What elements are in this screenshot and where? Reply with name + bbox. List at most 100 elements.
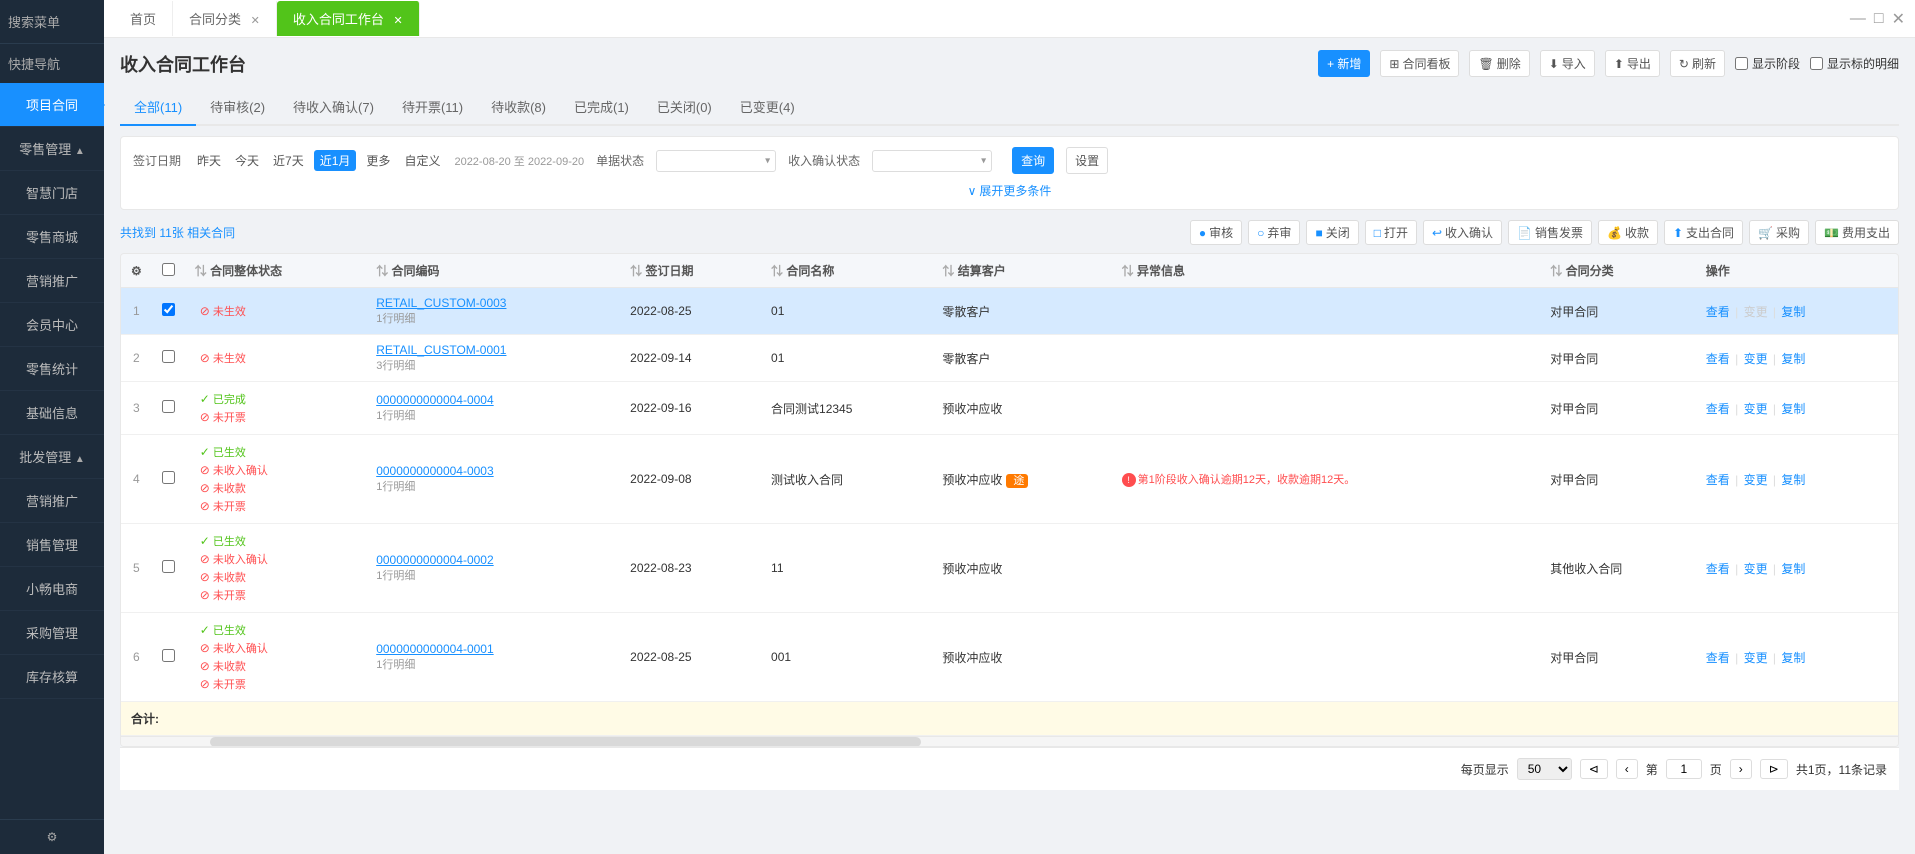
contract-code-link[interactable]: RETAIL_CUSTOM-0003: [376, 296, 506, 310]
tab-close-income[interactable]: ✕: [394, 15, 403, 27]
next-page-btn[interactable]: ›: [1730, 759, 1752, 779]
op-btn-view[interactable]: 查看: [1706, 402, 1730, 416]
date-btn-yesterday[interactable]: 昨天: [193, 150, 225, 171]
sidebar-item-stock-calc[interactable]: 库存核算: [0, 655, 104, 699]
open-btn[interactable]: □ 打开: [1365, 220, 1417, 245]
op-btn-copy[interactable]: 复制: [1781, 562, 1805, 576]
op-btn-view[interactable]: 查看: [1706, 562, 1730, 576]
status-tab-pending-invoice[interactable]: 待开票(11): [388, 89, 477, 126]
sidebar-item-retail-mgmt[interactable]: 零售管理 ▲: [0, 127, 104, 171]
status-tab-pending-audit[interactable]: 待审核(2): [196, 89, 279, 126]
last-page-btn[interactable]: ⊳: [1760, 759, 1788, 779]
sidebar-item-purchase-mgmt[interactable]: 采购管理: [0, 611, 104, 655]
op-btn-copy[interactable]: 复制: [1781, 402, 1805, 416]
page-number-input[interactable]: [1666, 759, 1702, 779]
op-btn-view[interactable]: 查看: [1706, 305, 1730, 319]
contract-code-link[interactable]: 0000000000004-0003: [376, 464, 493, 478]
confirm-status-select[interactable]: [872, 150, 992, 172]
sidebar-quick-nav[interactable]: 快捷导航: [0, 44, 104, 83]
tab-close-contract-cat[interactable]: ✕: [251, 15, 260, 27]
op-btn-change[interactable]: 变更: [1744, 473, 1768, 487]
income-confirm-btn[interactable]: ↩ 收入确认: [1423, 220, 1502, 245]
show-fields-input[interactable]: [1735, 57, 1748, 70]
refresh-button[interactable]: ↻ 刷新: [1670, 50, 1725, 77]
minimize-btn[interactable]: —: [1850, 10, 1866, 28]
sidebar-search[interactable]: 搜索菜单: [0, 0, 104, 44]
op-btn-copy[interactable]: 复制: [1781, 651, 1805, 665]
query-button[interactable]: 查询: [1012, 147, 1054, 174]
sidebar-item-xiaochang[interactable]: 小畅电商: [0, 567, 104, 611]
delete-button[interactable]: 🗑 删除: [1469, 50, 1529, 77]
doc-status-select[interactable]: [656, 150, 776, 172]
table-scroll-bar[interactable]: [121, 736, 1898, 746]
tab-contract-cat[interactable]: 合同分类 ✕: [173, 1, 277, 36]
export-button[interactable]: ⬆ 导出: [1605, 50, 1660, 77]
sidebar-item-member[interactable]: 会员中心: [0, 303, 104, 347]
op-btn-view[interactable]: 查看: [1706, 651, 1730, 665]
sidebar-item-retail-stat[interactable]: 零售统计: [0, 347, 104, 391]
contract-code-link[interactable]: 0000000000004-0002: [376, 553, 493, 567]
abandon-btn[interactable]: ○ 弃审: [1248, 220, 1300, 245]
payment-btn[interactable]: 💰 收款: [1598, 220, 1658, 245]
select-all-checkbox[interactable]: [162, 263, 175, 276]
first-page-btn[interactable]: ⊲: [1580, 759, 1608, 779]
maximize-btn[interactable]: □: [1874, 10, 1884, 28]
op-btn-copy[interactable]: 复制: [1781, 473, 1805, 487]
scroll-thumb[interactable]: [210, 737, 921, 747]
purchase-btn[interactable]: 🛒 采购: [1749, 220, 1809, 245]
status-tab-closed[interactable]: 已关闭(0): [643, 89, 726, 126]
sidebar-item-retail-mall[interactable]: 零售商城: [0, 215, 104, 259]
date-btn-today[interactable]: 今天: [231, 150, 263, 171]
col-settings[interactable]: ⚙: [121, 254, 152, 288]
warning-icon[interactable]: 途: [1006, 474, 1028, 488]
cost-out-btn[interactable]: ⬆ 支出合同: [1664, 220, 1743, 245]
row-checkbox[interactable]: [162, 400, 175, 413]
show-detail-check[interactable]: 显示标的明细: [1810, 55, 1899, 72]
import-button[interactable]: ⬇ 导入: [1540, 50, 1595, 77]
sidebar-item-marketing2[interactable]: 营销推广: [0, 479, 104, 523]
contract-code-link[interactable]: 0000000000004-0004: [376, 393, 493, 407]
sidebar-item-project[interactable]: 项目合同: [0, 83, 104, 127]
close-btn[interactable]: ■ 关闭: [1306, 220, 1358, 245]
date-btn-1month[interactable]: 近1月: [314, 150, 357, 171]
expand-more-btn[interactable]: ∨ 展开更多条件: [968, 182, 1052, 199]
sales-invoice-btn[interactable]: 📄 销售发票: [1508, 220, 1592, 245]
sidebar-item-sales-mgmt[interactable]: 销售管理: [0, 523, 104, 567]
status-tab-pending-confirm[interactable]: 待收入确认(7): [279, 89, 388, 126]
date-btn-more[interactable]: 更多: [362, 150, 394, 171]
row-checkbox[interactable]: [162, 350, 175, 363]
sidebar-item-base-info[interactable]: 基础信息: [0, 391, 104, 435]
page-size-select[interactable]: 50 100 200: [1517, 758, 1572, 780]
status-tab-changed[interactable]: 已变更(4): [726, 89, 809, 126]
contract-code-link[interactable]: RETAIL_CUSTOM-0001: [376, 343, 506, 357]
op-btn-change[interactable]: 变更: [1744, 402, 1768, 416]
add-button[interactable]: + 新增: [1318, 50, 1370, 77]
tab-income-workbench[interactable]: 收入合同工作台 ✕: [277, 1, 420, 36]
show-detail-input[interactable]: [1810, 57, 1823, 70]
status-tab-completed[interactable]: 已完成(1): [560, 89, 643, 126]
audit-btn[interactable]: ● 审核: [1190, 220, 1242, 245]
op-btn-change[interactable]: 变更: [1744, 562, 1768, 576]
status-tab-all[interactable]: 全部(11): [120, 89, 196, 126]
kanban-button[interactable]: ⊞ 合同看板: [1380, 50, 1459, 77]
row-checkbox[interactable]: [162, 303, 175, 316]
op-btn-view[interactable]: 查看: [1706, 352, 1730, 366]
sidebar-item-wholesale-mgmt[interactable]: 批发管理 ▲: [0, 435, 104, 479]
sidebar-settings[interactable]: ⚙: [0, 819, 104, 854]
contract-code-link[interactable]: 0000000000004-0001: [376, 642, 493, 656]
op-btn-copy[interactable]: 复制: [1781, 352, 1805, 366]
prev-page-btn[interactable]: ‹: [1616, 759, 1638, 779]
show-fields-check[interactable]: 显示阶段: [1735, 55, 1800, 72]
row-checkbox[interactable]: [162, 649, 175, 662]
row-checkbox[interactable]: [162, 560, 175, 573]
sidebar-item-smart-shop[interactable]: 智慧门店: [0, 171, 104, 215]
settings-filter-button[interactable]: 设置: [1066, 147, 1108, 174]
row-checkbox[interactable]: [162, 471, 175, 484]
close-btn[interactable]: ✕: [1892, 9, 1905, 29]
status-tab-pending-payment[interactable]: 待收款(8): [477, 89, 560, 126]
date-btn-7days[interactable]: 近7天: [269, 150, 308, 171]
date-btn-custom[interactable]: 自定义: [400, 150, 444, 171]
op-btn-view[interactable]: 查看: [1706, 473, 1730, 487]
op-btn-copy[interactable]: 复制: [1781, 305, 1805, 319]
op-btn-change[interactable]: 变更: [1744, 651, 1768, 665]
